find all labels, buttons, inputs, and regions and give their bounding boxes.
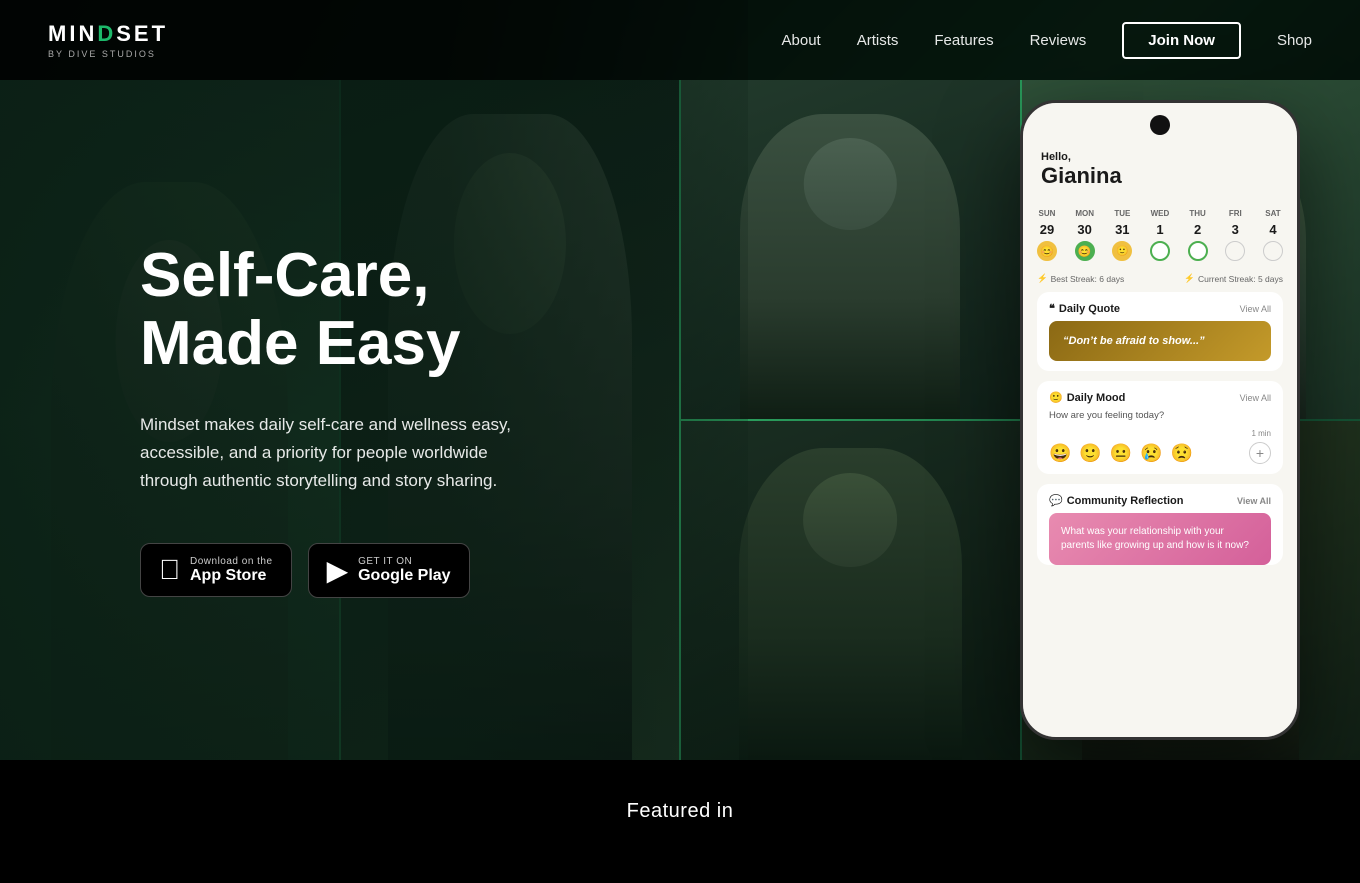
hero-title: Self-Care, Made Easy (140, 242, 520, 378)
best-streak: ⚡ Best Streak: 6 days (1037, 273, 1124, 284)
calendar-mon: Mon 30 😊 (1075, 209, 1095, 261)
cal-dot-mon: 😊 (1075, 241, 1095, 261)
nav-links: About Artists Features Reviews Join Now … (782, 22, 1312, 59)
phone-daily-mood-section: 🙂 Daily Mood View All How are you feelin… (1037, 381, 1283, 474)
community-icon: 💬 (1049, 494, 1063, 507)
quote-icon: ❝ (1049, 302, 1055, 315)
mood-icon: 🙂 (1049, 391, 1063, 404)
mood-timer: 1 min (1049, 429, 1271, 438)
emoji-more[interactable]: + (1249, 442, 1271, 464)
join-now-button[interactable]: Join Now (1122, 22, 1241, 59)
community-view-all[interactable]: View All (1237, 496, 1271, 506)
logo-text: MINDSET (48, 21, 168, 47)
hero-section: Self-Care, Made Easy Mindset makes daily… (0, 0, 1360, 760)
mood-question: How are you feeling today? (1049, 410, 1271, 421)
nav-reviews[interactable]: Reviews (1030, 32, 1087, 49)
phone-frame: Hello, Gianina Sun 29 😊 Mon 30 😊 (1020, 100, 1300, 740)
app-store-text: Download on the App Store (190, 556, 273, 585)
hero-content: Self-Care, Made Easy Mindset makes daily… (0, 162, 600, 678)
logo[interactable]: MINDSET BY DIVE STUDIOS (48, 21, 168, 59)
nav-about[interactable]: About (782, 32, 821, 49)
community-card: What was your relationship with your par… (1049, 513, 1271, 565)
cal-dot-sun: 😊 (1037, 241, 1057, 261)
hero-description: Mindset makes daily self-care and wellne… (140, 411, 520, 495)
cal-dot-fri (1225, 241, 1245, 261)
phone-name: Gianina (1041, 163, 1279, 189)
emoji-sad[interactable]: 😟 (1171, 443, 1193, 464)
emoji-happy[interactable]: 😀 (1049, 443, 1071, 464)
nav-features[interactable]: Features (934, 32, 993, 49)
nav-artists[interactable]: Artists (857, 32, 899, 49)
nav-shop[interactable]: Shop (1277, 32, 1312, 49)
cal-dot-tue: 🙂 (1112, 241, 1132, 261)
phone-hello: Hello, (1041, 151, 1279, 163)
cal-dot-wed (1150, 241, 1170, 261)
current-streak-icon: ⚡ (1184, 273, 1195, 284)
logo-subtitle: BY DIVE STUDIOS (48, 49, 168, 59)
phone-greeting: Hello, Gianina (1023, 151, 1297, 201)
mood-emojis: 😀 🙂 😐 😢 😟 + (1049, 442, 1271, 464)
daily-mood-view-all[interactable]: View All (1240, 393, 1271, 403)
daily-quote-title: ❝ Daily Quote (1049, 302, 1120, 315)
calendar-wed: Wed 1 (1150, 209, 1170, 261)
google-play-text: GET IT ON Google Play (358, 556, 450, 585)
phone-screen: Hello, Gianina Sun 29 😊 Mon 30 😊 (1023, 103, 1297, 737)
navbar: MINDSET BY DIVE STUDIOS About Artists Fe… (0, 0, 1360, 80)
app-store-button[interactable]:  Download on the App Store (140, 543, 292, 597)
mood-card: 🙂 Daily Mood View All How are you feelin… (1037, 381, 1283, 474)
best-streak-icon: ⚡ (1037, 273, 1048, 284)
phone-notch (1150, 115, 1170, 135)
apple-icon:  (159, 554, 180, 586)
emoji-cry[interactable]: 😢 (1140, 443, 1162, 464)
cal-dot-thu (1188, 241, 1208, 261)
featured-title: Featured in (80, 800, 1280, 823)
phone-community-section: 💬 Community Reflection View All What was… (1037, 484, 1283, 565)
calendar-sat: Sat 4 (1263, 209, 1283, 261)
calendar-thu: Thu 2 (1188, 209, 1208, 261)
google-play-button[interactable]: ▶ GET IT ON Google Play (308, 543, 470, 598)
daily-mood-title: 🙂 Daily Mood (1049, 391, 1125, 404)
phone-calendar: Sun 29 😊 Mon 30 😊 Tue 31 🙂 (1023, 201, 1297, 269)
calendar-fri: Fri 3 (1225, 209, 1245, 261)
daily-quote-view-all[interactable]: View All (1240, 304, 1271, 314)
calendar-tue: Tue 31 🙂 (1112, 209, 1132, 261)
google-play-icon: ▶ (327, 554, 349, 587)
featured-section: Featured in (0, 760, 1360, 883)
phone-streaks: ⚡ Best Streak: 6 days ⚡ Current Streak: … (1023, 269, 1297, 292)
community-title: 💬 Community Reflection (1049, 494, 1183, 507)
phone-daily-quote-section: ❝ Daily Quote View All “Don’t be afraid … (1037, 292, 1283, 371)
download-buttons:  Download on the App Store ▶ GET IT ON … (140, 543, 520, 598)
emoji-neutral[interactable]: 😐 (1110, 443, 1132, 464)
emoji-slight-smile[interactable]: 🙂 (1079, 443, 1101, 464)
current-streak: ⚡ Current Streak: 5 days (1184, 273, 1283, 284)
phone-mockup: Hello, Gianina Sun 29 😊 Mon 30 😊 (1020, 100, 1300, 760)
quote-card: “Don’t be afraid to show...” (1049, 321, 1271, 361)
cal-dot-sat (1263, 241, 1283, 261)
calendar-sun: Sun 29 😊 (1037, 209, 1057, 261)
